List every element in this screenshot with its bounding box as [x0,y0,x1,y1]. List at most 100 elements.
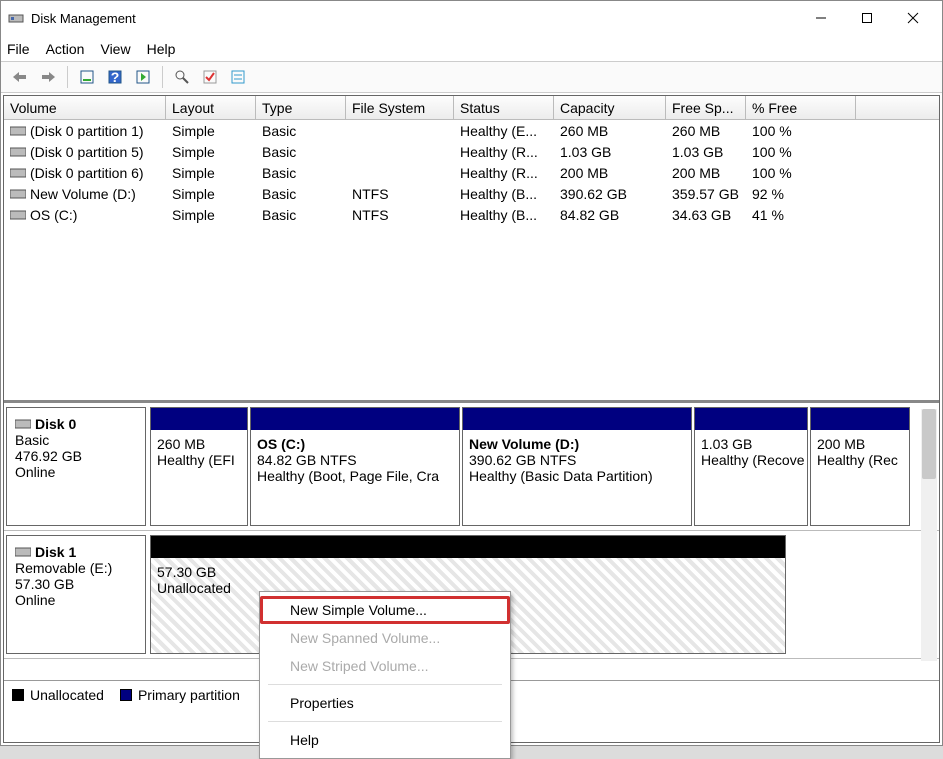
cell-pct: 41 % [746,207,856,223]
tool-properties-icon[interactable] [169,64,195,90]
forward-button[interactable] [35,64,61,90]
app-icon [7,9,25,27]
cell-type: Basic [256,144,346,160]
tool-list-icon[interactable] [130,64,156,90]
disk0-partitions: 260 MBHealthy (EFIOS (C:)84.82 GB NTFSHe… [150,407,937,526]
col-type[interactable]: Type [256,96,346,119]
partition-header [151,408,247,430]
disk0-type: Basic [15,432,137,448]
partition[interactable]: 200 MBHealthy (Rec [810,407,910,526]
tool-help-icon[interactable]: ? [102,64,128,90]
partition-status: Healthy (Basic Data Partition) [469,468,685,484]
menu-view[interactable]: View [100,41,130,57]
cell-pct: 100 % [746,165,856,181]
partition-size: 260 MB [157,436,241,452]
cell-capacity: 200 MB [554,165,666,181]
tool-refresh-icon[interactable] [74,64,100,90]
disk0-name: Disk 0 [35,416,76,432]
volume-icon [10,167,26,179]
legend-swatch-unallocated [12,689,24,701]
menu-file[interactable]: File [7,41,30,57]
partition-status: Healthy (EFI [157,452,241,468]
partition[interactable]: 260 MBHealthy (EFI [150,407,248,526]
cell-pct: 100 % [746,123,856,139]
partition-header [251,408,459,430]
partition-header [151,536,785,558]
tool-check-icon[interactable] [197,64,223,90]
cell-type: Basic [256,123,346,139]
partition-status: Healthy (Rec [817,452,903,468]
cell-volume: New Volume (D:) [30,186,136,202]
table-row[interactable]: New Volume (D:)SimpleBasicNTFSHealthy (B… [4,183,939,204]
back-button[interactable] [7,64,33,90]
partition-name: New Volume (D:) [469,436,685,452]
disk1-info[interactable]: Disk 1 Removable (E:) 57.30 GB Online [6,535,146,654]
menu-action[interactable]: Action [46,41,85,57]
cell-volume: (Disk 0 partition 5) [30,144,144,160]
scroll-thumb[interactable] [922,409,936,479]
disk0-row: Disk 0 Basic 476.92 GB Online 260 MBHeal… [4,403,939,531]
cell-free: 359.57 GB [666,186,746,202]
col-layout[interactable]: Layout [166,96,256,119]
cell-type: Basic [256,165,346,181]
maximize-button[interactable] [844,3,890,33]
cell-capacity: 390.62 GB [554,186,666,202]
cell-fs: NTFS [346,207,454,223]
context-new-simple-volume[interactable]: New Simple Volume... [260,596,510,624]
partition-size: 390.62 GB NTFS [469,452,685,468]
volume-icon [10,209,26,221]
col-volume[interactable]: Volume [4,96,166,119]
col-pct[interactable]: % Free [746,96,856,119]
cell-capacity: 84.82 GB [554,207,666,223]
cell-layout: Simple [166,165,256,181]
partition-status: Healthy (Recove [701,452,801,468]
scrollbar[interactable] [921,409,937,661]
col-capacity[interactable]: Capacity [554,96,666,119]
minimize-button[interactable] [798,3,844,33]
disk1-size: 57.30 GB [15,576,137,592]
context-new-spanned-volume: New Spanned Volume... [260,624,510,652]
col-fs[interactable]: File System [346,96,454,119]
partition-size: 57.30 GB [157,564,779,580]
disk1-type: Removable (E:) [15,560,137,576]
volume-list[interactable]: (Disk 0 partition 1)SimpleBasicHealthy (… [4,120,939,400]
cell-status: Healthy (B... [454,207,554,223]
legend-label-unallocated: Unallocated [30,687,104,703]
partition-size: 200 MB [817,436,903,452]
cell-volume: OS (C:) [30,207,77,223]
table-row[interactable]: (Disk 0 partition 1)SimpleBasicHealthy (… [4,120,939,141]
titlebar: Disk Management [1,1,942,35]
cell-layout: Simple [166,186,256,202]
context-help[interactable]: Help [260,726,510,754]
legend-label-primary: Primary partition [138,687,240,703]
cell-status: Healthy (R... [454,165,554,181]
partition-header [463,408,691,430]
cell-fs: NTFS [346,186,454,202]
partition-header [811,408,909,430]
context-properties[interactable]: Properties [260,689,510,717]
partition-header [695,408,807,430]
tool-settings-icon[interactable] [225,64,251,90]
cell-free: 260 MB [666,123,746,139]
cell-layout: Simple [166,144,256,160]
disk0-info[interactable]: Disk 0 Basic 476.92 GB Online [6,407,146,526]
cell-pct: 92 % [746,186,856,202]
toolbar: ? [1,61,942,93]
partition[interactable]: OS (C:)84.82 GB NTFSHealthy (Boot, Page … [250,407,460,526]
table-row[interactable]: (Disk 0 partition 6)SimpleBasicHealthy (… [4,162,939,183]
context-new-striped-volume: New Striped Volume... [260,652,510,680]
disk-management-window: Disk Management File Action View Help ? … [0,0,943,746]
col-free[interactable]: Free Sp... [666,96,746,119]
window-title: Disk Management [31,11,798,26]
col-status[interactable]: Status [454,96,554,119]
close-button[interactable] [890,3,936,33]
partition[interactable]: 1.03 GBHealthy (Recove [694,407,808,526]
cell-status: Healthy (R... [454,144,554,160]
cell-type: Basic [256,207,346,223]
partition-size: 1.03 GB [701,436,801,452]
partition[interactable]: New Volume (D:)390.62 GB NTFSHealthy (Ba… [462,407,692,526]
menu-help[interactable]: Help [147,41,176,57]
table-row[interactable]: (Disk 0 partition 5) SimpleBasic Healthy (… [4,141,939,162]
disk1-state: Online [15,592,137,608]
table-row[interactable]: OS (C:)SimpleBasicNTFSHealthy (B...84.82… [4,204,939,225]
